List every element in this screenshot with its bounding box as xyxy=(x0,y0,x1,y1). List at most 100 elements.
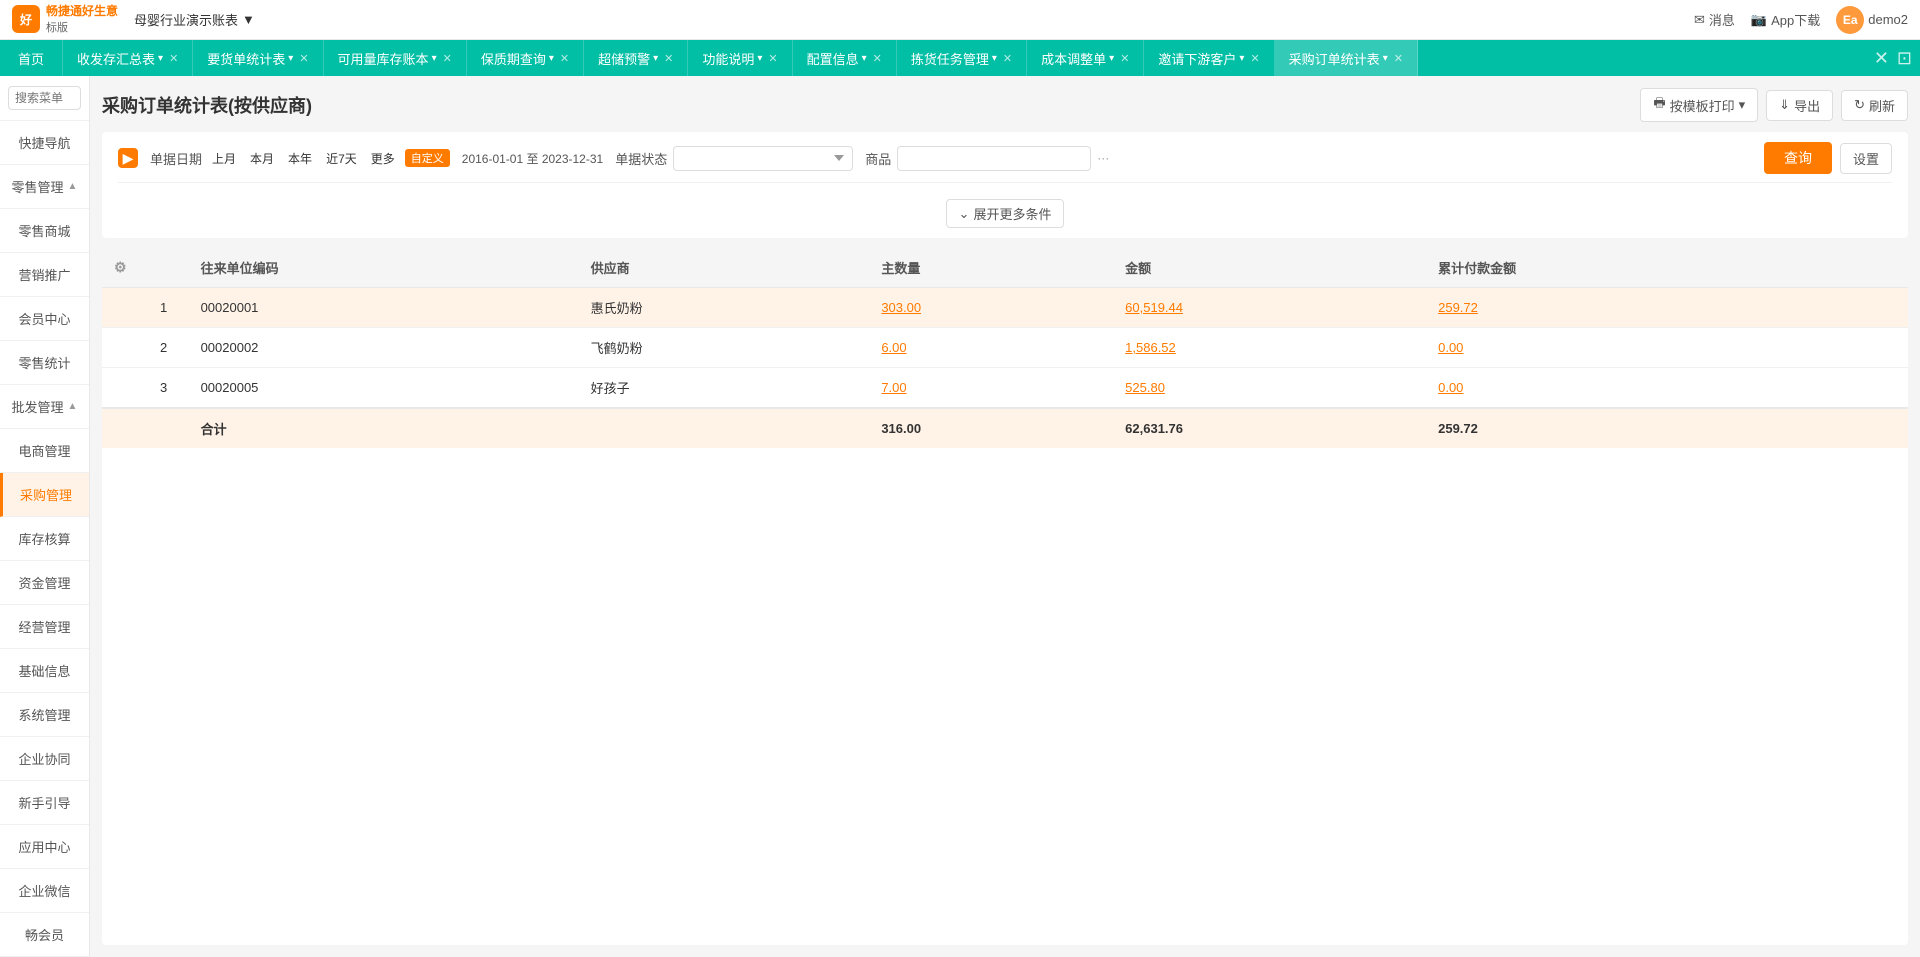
status-select[interactable] xyxy=(673,146,853,171)
tab-kyl-close[interactable]: ✕ xyxy=(443,52,452,65)
message-button[interactable]: ✉ 消息 xyxy=(1694,10,1735,29)
tab-gnsm[interactable]: 功能说明 ▾ ✕ xyxy=(688,40,792,76)
tab-kyl-label: 可用量库存账本 xyxy=(338,49,429,68)
sidebar-item-inventory[interactable]: 库存核算 xyxy=(0,517,89,561)
footer-num xyxy=(139,408,189,448)
table-settings-icon[interactable]: ⚙ xyxy=(114,259,127,275)
tab-cgdd-close[interactable]: ✕ xyxy=(1394,52,1403,65)
row2-amount[interactable]: 1,586.52 xyxy=(1113,328,1426,368)
tab-yqxy-close[interactable]: ✕ xyxy=(1250,52,1259,65)
tab-sfsht[interactable]: 收发存汇总表 ▾ ✕ xyxy=(63,40,193,76)
row1-paid-link[interactable]: 259.72 xyxy=(1438,300,1478,315)
footer-amount: 62,631.76 xyxy=(1113,408,1426,448)
sidebar-item-system[interactable]: 系统管理 xyxy=(0,693,89,737)
filter-panel: ▶ 单据日期 上月 本月 本年 近7天 更多 自定义 2016-01-01 至 … xyxy=(102,132,1908,238)
sidebar-item-wxwork-label: 企业微信 xyxy=(18,881,70,900)
filter-toggle-button[interactable]: ▶ xyxy=(118,148,138,168)
user-area[interactable]: Ea demo2 xyxy=(1836,6,1908,34)
refresh-button[interactable]: ↻ 刷新 xyxy=(1841,90,1908,121)
row2-paid-link[interactable]: 0.00 xyxy=(1438,340,1463,355)
table-footer-row: 合计 316.00 62,631.76 259.72 xyxy=(102,408,1908,448)
tab-jhw-close[interactable]: ✕ xyxy=(1003,52,1012,65)
sidebar-search-input[interactable] xyxy=(8,86,81,110)
settings-button[interactable]: 设置 xyxy=(1840,143,1892,174)
goods-input[interactable] xyxy=(897,146,1091,171)
row2-qty[interactable]: 6.00 xyxy=(869,328,1113,368)
sidebar-item-mkt[interactable]: 营销推广 xyxy=(0,253,89,297)
tab-pzxx[interactable]: 配置信息 ▾ ✕ xyxy=(793,40,897,76)
sidebar-item-wholesale[interactable]: 批发管理 ▲ xyxy=(0,385,89,429)
tab-bzq[interactable]: 保质期查询 ▾ ✕ xyxy=(467,40,584,76)
sidebar-item-ecommerce[interactable]: 电商管理 xyxy=(0,429,89,473)
row1-amount-link[interactable]: 60,519.44 xyxy=(1125,300,1183,315)
tab-cbtz[interactable]: 成本调整单 ▾ ✕ xyxy=(1027,40,1144,76)
tab-cgdd[interactable]: 采购订单统计表 ▾ ✕ xyxy=(1275,40,1418,76)
sidebar-item-member[interactable]: 会员中心 xyxy=(0,297,89,341)
shortcut-this-month[interactable]: 本月 xyxy=(246,148,278,169)
sidebar-item-retailstat[interactable]: 零售统计 xyxy=(0,341,89,385)
row3-qty-link[interactable]: 7.00 xyxy=(881,380,906,395)
tab-cbtz-close[interactable]: ✕ xyxy=(1120,52,1129,65)
avatar: Ea xyxy=(1836,6,1864,34)
sidebar-item-member-label: 会员中心 xyxy=(18,309,70,328)
tab-yqxy[interactable]: 邀请下游客户 ▾ ✕ xyxy=(1144,40,1274,76)
sidebar-item-retail[interactable]: 零售管理 ▲ xyxy=(0,165,89,209)
export-button[interactable]: ⇓ 导出 xyxy=(1766,90,1833,121)
sidebar-item-finance[interactable]: 资金管理 xyxy=(0,561,89,605)
sidebar-item-quick[interactable]: 快捷导航 xyxy=(0,121,89,165)
nav-maximize-button[interactable]: ⊡ xyxy=(1897,48,1912,69)
goods-more-icon[interactable]: ··· xyxy=(1097,151,1109,165)
shortcut-last-month[interactable]: 上月 xyxy=(208,148,240,169)
expand-filter-button[interactable]: ⌄ 展开更多条件 xyxy=(946,199,1065,228)
tab-sfsht-close[interactable]: ✕ xyxy=(169,52,178,65)
query-button[interactable]: 查询 xyxy=(1764,142,1832,174)
shortcut-7days[interactable]: 近7天 xyxy=(322,148,361,169)
workspace-selector[interactable]: 母婴行业演示账表 ▼ xyxy=(126,6,263,33)
logo-area: 好 畅捷通好生意 标版 xyxy=(12,4,118,34)
row3-amount-link[interactable]: 525.80 xyxy=(1125,380,1165,395)
row2-qty-link[interactable]: 6.00 xyxy=(881,340,906,355)
app-download-button[interactable]: 📷 App下载 xyxy=(1751,10,1820,29)
tab-bzq-close[interactable]: ✕ xyxy=(560,52,569,65)
row2-amount-link[interactable]: 1,586.52 xyxy=(1125,340,1176,355)
row1-paid[interactable]: 259.72 xyxy=(1426,288,1816,328)
row3-amount[interactable]: 525.80 xyxy=(1113,368,1426,409)
tab-dropdown-icon: ▾ xyxy=(158,53,163,64)
sidebar-item-operation-label: 经营管理 xyxy=(18,617,70,636)
row1-amount[interactable]: 60,519.44 xyxy=(1113,288,1426,328)
top-bar-left: 好 畅捷通好生意 标版 母婴行业演示账表 ▼ xyxy=(12,4,263,34)
row3-supplier: 好孩子 xyxy=(579,368,870,409)
sidebar-item-shop[interactable]: 零售商城 xyxy=(0,209,89,253)
row2-paid[interactable]: 0.00 xyxy=(1426,328,1816,368)
shortcut-more[interactable]: 更多 xyxy=(367,148,399,169)
row3-paid[interactable]: 0.00 xyxy=(1426,368,1816,409)
tab-ccy-close[interactable]: ✕ xyxy=(664,52,673,65)
sidebar-item-purchase[interactable]: 采购管理 xyxy=(0,473,89,517)
tab-ccy[interactable]: 超储预警 ▾ ✕ xyxy=(584,40,688,76)
sidebar-item-collab[interactable]: 企业协同 xyxy=(0,737,89,781)
row1-qty-link[interactable]: 303.00 xyxy=(881,300,921,315)
sidebar-item-wxwork[interactable]: 企业微信 xyxy=(0,869,89,913)
th-paid: 累计付款金额 xyxy=(1426,248,1816,288)
sidebar-item-basic[interactable]: 基础信息 xyxy=(0,649,89,693)
sidebar-item-changy[interactable]: 畅会员 xyxy=(0,913,89,957)
sidebar-item-basic-label: 基础信息 xyxy=(18,661,70,680)
sidebar-item-guide[interactable]: 新手引导 xyxy=(0,781,89,825)
tab-gnsm-close[interactable]: ✕ xyxy=(768,52,777,65)
row1-qty[interactable]: 303.00 xyxy=(869,288,1113,328)
th-settings: ⚙ xyxy=(102,248,139,288)
page-header: 采购订单统计表(按供应商) 🖶 按模板打印 ▾ ⇓ 导出 ↻ 刷新 xyxy=(102,88,1908,122)
row3-paid-link[interactable]: 0.00 xyxy=(1438,380,1463,395)
tab-jhw[interactable]: 拣货任务管理 ▾ ✕ xyxy=(897,40,1027,76)
sidebar-item-apps[interactable]: 应用中心 xyxy=(0,825,89,869)
tab-pzxx-close[interactable]: ✕ xyxy=(873,52,882,65)
tab-yhd-close[interactable]: ✕ xyxy=(299,52,308,65)
nav-close-all-button[interactable]: ✕ xyxy=(1874,48,1889,69)
shortcut-this-year[interactable]: 本年 xyxy=(284,148,316,169)
sidebar-item-operation[interactable]: 经营管理 xyxy=(0,605,89,649)
tab-kyl[interactable]: 可用量库存账本 ▾ ✕ xyxy=(324,40,467,76)
tab-home[interactable]: 首页 xyxy=(0,40,63,76)
tab-yhd[interactable]: 要货单统计表 ▾ ✕ xyxy=(193,40,323,76)
template-print-button[interactable]: 🖶 按模板打印 ▾ xyxy=(1640,88,1758,122)
row3-qty[interactable]: 7.00 xyxy=(869,368,1113,409)
